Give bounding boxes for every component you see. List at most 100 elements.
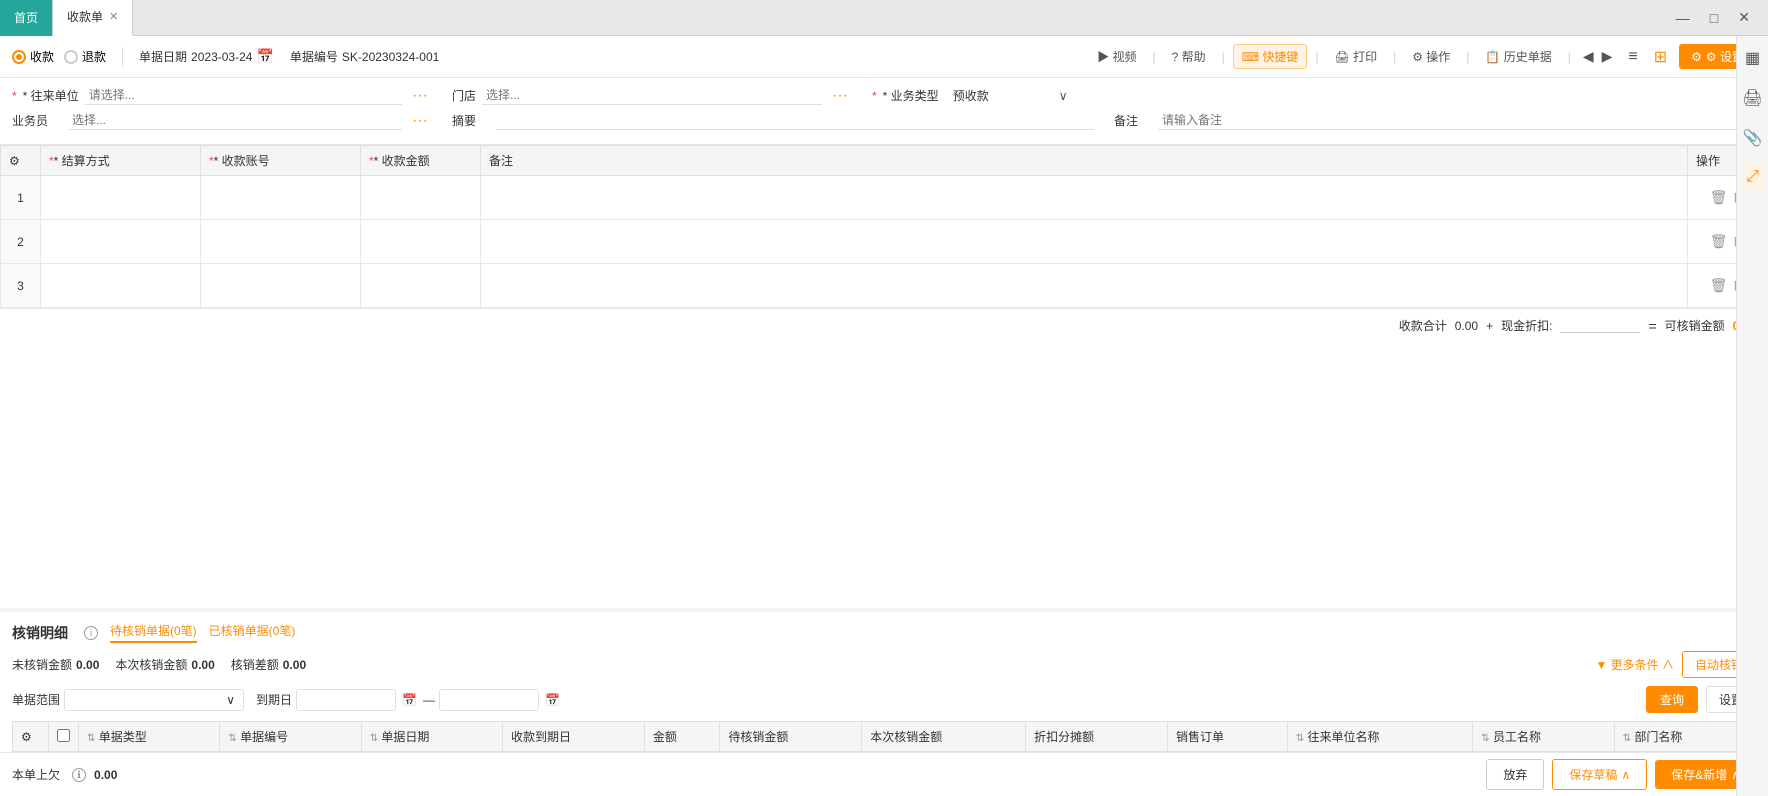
row-account-3[interactable] — [201, 264, 361, 308]
staff-more-icon[interactable]: ··· — [408, 112, 432, 130]
prev-arrow[interactable]: ◀ — [1579, 46, 1598, 67]
per-order-value: 0.00 — [94, 768, 117, 782]
delete-icon-3[interactable]: 🗑 — [1710, 277, 1728, 294]
more-conditions-button[interactable]: ▼ 更多条件 ∧ — [1595, 656, 1674, 673]
verify-header-number: ⇅ 单据编号 — [220, 722, 361, 752]
form-row-1: * * 往来单位 ··· 门店 ··· * * 业务类型 预收款 ∨ — [12, 86, 1756, 105]
date-range-sep: — — [423, 693, 435, 707]
draft-button[interactable]: 保存草稿 ∧ — [1552, 759, 1647, 790]
calendar-to-icon[interactable]: 📅 — [545, 693, 560, 707]
store-label: 门店 — [452, 87, 476, 104]
right-sidebar: ▦ 🖨 📎 ⤢ — [1736, 36, 1768, 796]
table-header-amount: ** 收款金额 — [361, 146, 481, 176]
video-button[interactable]: ▶ 视频 — [1089, 45, 1144, 68]
sidebar-table-icon[interactable]: ▦ — [1741, 44, 1764, 72]
sidebar-attachment-icon[interactable]: 📎 — [1739, 124, 1767, 152]
summary-label: 摘要 — [452, 112, 476, 129]
refund-radio-dot — [64, 50, 78, 64]
receipt-radio-dot — [12, 50, 26, 64]
row-remark-3[interactable] — [481, 264, 1688, 308]
per-order-info-icon[interactable]: ℹ — [72, 768, 86, 782]
abandon-button[interactable]: 放弃 — [1486, 759, 1544, 790]
verify-header-pending: 待核销金额 — [720, 722, 862, 752]
business-type-arrow[interactable]: ∨ — [1059, 89, 1068, 103]
range-filter: 单据范围 ∨ — [12, 689, 244, 711]
shortcut-button[interactable]: ⌨ 快捷键 — [1233, 44, 1308, 69]
staff-input[interactable] — [68, 111, 402, 130]
list-view-icon[interactable]: ≡ — [1624, 46, 1641, 68]
date-field: 单据日期 2023-03-24 📅 — [139, 48, 274, 65]
verify-header-staff: ⇅ 员工名称 — [1473, 722, 1614, 752]
partner-field: * * 往来单位 ··· — [12, 86, 432, 105]
partner-input[interactable] — [85, 86, 402, 105]
receipt-radio[interactable]: 收款 — [12, 48, 54, 65]
row-settle-2[interactable] — [41, 220, 201, 264]
table-row: 3 🗑 ⊞ — [1, 264, 1768, 308]
sidebar-expand-icon[interactable]: ⤢ — [1742, 164, 1763, 190]
row-settle-1[interactable] — [41, 176, 201, 220]
close-button[interactable]: ✕ — [1732, 7, 1756, 28]
row-num-2: 2 — [1, 220, 41, 264]
verify-header-due-date: 收款到期日 — [503, 722, 645, 752]
grid-view-icon[interactable]: ⊞ — [1650, 45, 1671, 69]
verify-tab-pending[interactable]: 待核销单据(0笔) — [110, 622, 197, 643]
sidebar-print-icon[interactable]: 🖨 — [1738, 84, 1766, 112]
tab-close-icon[interactable]: ✕ — [109, 10, 118, 23]
partner-more-icon[interactable]: ··· — [408, 87, 432, 105]
print-button[interactable]: 🖨 打印 — [1327, 45, 1386, 68]
receipt-table: ⚙ ** 结算方式 ** 收款账号 ** 收款金额 备注 操作 1 — [0, 145, 1768, 308]
stat-current: 本次核销金额 0.00 — [115, 656, 214, 673]
discount-input[interactable] — [1560, 318, 1640, 333]
verify-table: ⚙ ⇅ 单据类型 ⇅ 单据编号 ⇅ 单据日期 收款到期日 金额 待核销金额 本次… — [12, 721, 1756, 752]
delete-icon-2[interactable]: 🗑 — [1710, 233, 1728, 250]
tab-home[interactable]: 首页 — [0, 0, 53, 36]
summary-input[interactable] — [496, 111, 1094, 130]
due-to-input[interactable]: 2022-04-12 — [439, 689, 539, 711]
help-button[interactable]: ? 帮助 — [1164, 45, 1214, 68]
delete-icon-1[interactable]: 🗑 — [1710, 189, 1728, 206]
history-button[interactable]: 📋 历史单据 — [1477, 45, 1559, 68]
draft-arrow: ∧ — [1621, 768, 1630, 782]
row-settle-3[interactable] — [41, 264, 201, 308]
verify-header-current: 本次核销金额 — [862, 722, 1026, 752]
row-account-2[interactable] — [201, 220, 361, 264]
plus-sign: + — [1486, 319, 1493, 333]
remark-input[interactable] — [1158, 111, 1756, 130]
due-from-input[interactable]: 2022-04-01 — [296, 689, 396, 711]
due-label: 到期日 — [256, 691, 292, 708]
remark-label: 备注 — [1114, 112, 1138, 129]
row-num-1: 1 — [1, 176, 41, 220]
row-account-1[interactable] — [201, 176, 361, 220]
maximize-button[interactable]: □ — [1704, 8, 1724, 28]
current-label: 本次核销金额 — [115, 656, 187, 673]
calendar-icon[interactable]: 📅 — [256, 48, 273, 65]
verify-header-gear[interactable]: ⚙ — [13, 722, 49, 752]
tab-receipt[interactable]: 收款单 ✕ — [53, 0, 133, 36]
range-select[interactable]: ∨ — [64, 689, 244, 711]
total-label: 收款合计 — [1399, 317, 1447, 334]
operation-button[interactable]: ⚙ 操作 — [1404, 45, 1458, 68]
verify-info-icon[interactable]: i — [84, 626, 98, 640]
store-more-icon[interactable]: ··· — [828, 87, 852, 105]
verify-header-amount: 金额 — [644, 722, 720, 752]
verify-tab-done[interactable]: 已核销单据(0笔) — [209, 622, 296, 643]
settings-icon: ⚙ — [1691, 50, 1702, 64]
business-type-required: * — [872, 89, 877, 103]
nav-arrows: ◀ ▶ — [1579, 46, 1617, 67]
table-header-settings[interactable]: ⚙ — [1, 146, 41, 176]
summary-field: 摘要 — [452, 111, 1094, 130]
row-remark-2[interactable] — [481, 220, 1688, 264]
table-row: 2 🗑 ⊞ — [1, 220, 1768, 264]
query-button[interactable]: 查询 — [1646, 686, 1698, 713]
current-value: 0.00 — [191, 658, 214, 672]
refund-radio[interactable]: 退款 — [64, 48, 106, 65]
calendar-from-icon[interactable]: 📅 — [402, 693, 417, 707]
row-remark-1[interactable] — [481, 176, 1688, 220]
store-input[interactable] — [482, 86, 822, 105]
row-amount-3[interactable] — [361, 264, 481, 308]
row-amount-1[interactable] — [361, 176, 481, 220]
row-amount-2[interactable] — [361, 220, 481, 264]
next-arrow[interactable]: ▶ — [1598, 46, 1617, 67]
select-all-checkbox[interactable] — [57, 729, 70, 742]
minimize-button[interactable]: — — [1670, 8, 1696, 28]
